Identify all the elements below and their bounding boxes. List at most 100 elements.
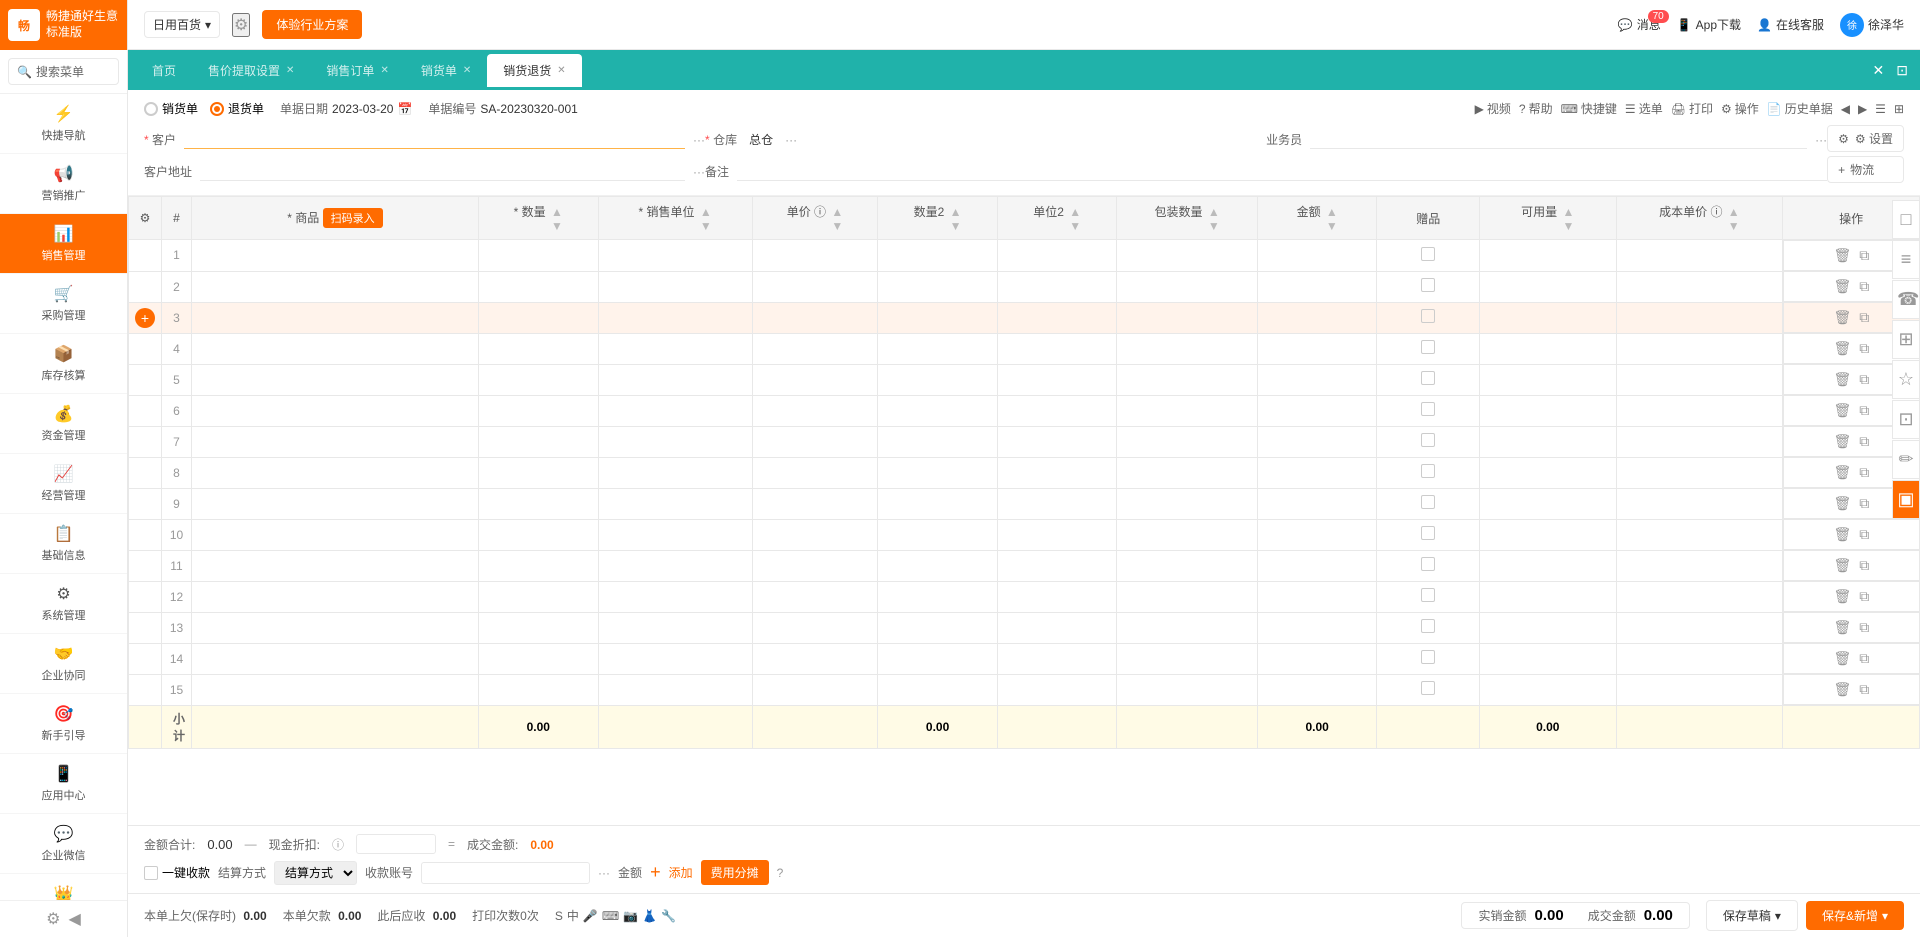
cell-unit-3[interactable] xyxy=(598,302,752,333)
search-menu-button[interactable]: 🔍 搜索菜单 xyxy=(8,58,119,85)
tab-sale-order-close[interactable]: ✕ xyxy=(380,65,388,76)
cell-unit-1[interactable] xyxy=(598,240,752,272)
add-row-btn[interactable]: + xyxy=(135,308,155,328)
cash-discount-input[interactable] xyxy=(356,834,436,854)
sidebar-item-marketing[interactable]: 📢 营销推广 xyxy=(0,154,127,214)
copy-row-4[interactable]: ⧉ xyxy=(1857,338,1871,359)
cell-qty2-1[interactable] xyxy=(878,240,998,272)
delete-row-15[interactable]: 🗑 xyxy=(1831,679,1853,700)
right-panel-btn-2[interactable]: ≡ xyxy=(1892,240,1920,279)
cell-price-1[interactable] xyxy=(752,240,878,272)
warehouse-select-btn[interactable]: ··· xyxy=(785,133,797,147)
category-selector[interactable]: 日用百货 ▾ xyxy=(144,11,220,38)
copy-row-11[interactable]: ⧉ xyxy=(1857,555,1871,576)
save-new-btn[interactable]: 保存&新增 ▾ xyxy=(1806,901,1904,930)
cell-qty-1[interactable] xyxy=(478,240,598,272)
action-select[interactable]: ☰ 选单 xyxy=(1625,100,1663,117)
tool1-icon[interactable]: 中 xyxy=(567,907,579,924)
close-tab-btn[interactable]: ✕ xyxy=(1869,60,1889,81)
gift-checkbox-2[interactable] xyxy=(1421,278,1435,292)
delete-row-13[interactable]: 🗑 xyxy=(1831,617,1853,638)
product-input-1[interactable] xyxy=(198,248,472,262)
sidebar-item-member[interactable]: 👑 畅会员 xyxy=(0,874,127,900)
delete-row-3[interactable]: 🗑 xyxy=(1831,307,1853,328)
action-history[interactable]: 📄 历史单据 xyxy=(1767,100,1833,117)
fee-split-help-icon[interactable]: ? xyxy=(777,866,784,880)
delete-row-11[interactable]: 🗑 xyxy=(1831,555,1853,576)
history-nav-next[interactable]: ▶ xyxy=(1858,102,1867,116)
view-mode-list[interactable]: ☰ xyxy=(1875,102,1886,116)
sidebar-item-enterprise[interactable]: 🤝 企业协同 xyxy=(0,634,127,694)
delete-row-1[interactable]: 🗑 xyxy=(1831,245,1853,266)
cell-cost-3[interactable] xyxy=(1616,302,1783,333)
product-input-3[interactable] xyxy=(198,311,472,325)
tab-sale-goods[interactable]: 销货单 ✕ xyxy=(405,54,487,87)
copy-row-15[interactable]: ⧉ xyxy=(1857,679,1871,700)
delete-row-14[interactable]: 🗑 xyxy=(1831,648,1853,669)
cell-available-1[interactable] xyxy=(1479,240,1616,272)
copy-row-2[interactable]: ⧉ xyxy=(1857,276,1871,297)
cell-pack-3[interactable] xyxy=(1117,302,1257,333)
note-input[interactable] xyxy=(737,162,1827,181)
cell-gift-2[interactable] xyxy=(1377,271,1479,302)
radio-sale-goods[interactable]: 销货单 xyxy=(144,100,198,117)
tab-home[interactable]: 首页 xyxy=(136,54,192,87)
experience-btn[interactable]: 体验行业方案 xyxy=(262,10,362,39)
cell-cost-1[interactable] xyxy=(1616,240,1783,272)
logistics-btn[interactable]: + 物流 xyxy=(1827,156,1904,183)
calendar-icon[interactable]: 📅 xyxy=(397,102,412,116)
cell-unit2-3[interactable] xyxy=(997,302,1117,333)
tool3-icon[interactable]: ⌨ xyxy=(602,909,619,923)
address-input[interactable] xyxy=(200,162,685,181)
cell-pack-1[interactable] xyxy=(1117,240,1257,272)
cell-available-3[interactable] xyxy=(1479,302,1616,333)
cell-product-2[interactable] xyxy=(192,271,479,302)
right-panel-btn-4[interactable]: ⊞ xyxy=(1892,320,1920,359)
one-click-pay-checkbox[interactable]: 一键收款 xyxy=(144,864,210,881)
sidebar-settings-btn[interactable]: ⚙ xyxy=(46,909,60,929)
cell-cost-2[interactable] xyxy=(1616,271,1783,302)
cell-qty2-3[interactable] xyxy=(878,302,998,333)
right-panel-btn-1[interactable]: □ xyxy=(1892,200,1920,239)
settings-btn[interactable]: ⚙ ⚙ 设置 xyxy=(1827,125,1904,152)
right-panel-btn-3[interactable]: ☎ xyxy=(1892,280,1920,319)
cell-amount-3[interactable] xyxy=(1257,302,1377,333)
cell-qty-2[interactable] xyxy=(478,271,598,302)
delete-row-2[interactable]: 🗑 xyxy=(1831,276,1853,297)
cell-available-2[interactable] xyxy=(1479,271,1616,302)
sidebar-collapse-btn[interactable]: ◀ xyxy=(69,909,81,929)
tab-sale-order[interactable]: 销售订单 ✕ xyxy=(310,54,404,87)
cell-gift-3[interactable] xyxy=(1377,302,1479,333)
sidebar-item-sales[interactable]: 📊 销售管理 xyxy=(0,214,127,274)
message-btn[interactable]: 💬 消息 70 xyxy=(1618,16,1661,33)
action-print[interactable]: 🖨 打印 xyxy=(1671,100,1713,117)
col-settings-header[interactable]: ⚙ xyxy=(129,197,162,240)
tool5-icon[interactable]: 👗 xyxy=(642,909,657,923)
copy-row-9[interactable]: ⧉ xyxy=(1857,493,1871,514)
copy-row-12[interactable]: ⧉ xyxy=(1857,586,1871,607)
cell-price-2[interactable] xyxy=(752,271,878,302)
topbar-settings-btn[interactable]: ⚙ xyxy=(232,13,250,37)
sidebar-item-inventory[interactable]: 📦 库存核算 xyxy=(0,334,127,394)
delete-row-12[interactable]: 🗑 xyxy=(1831,586,1853,607)
online-service-btn[interactable]: 👤 在线客服 xyxy=(1757,16,1824,33)
cell-unit-2[interactable] xyxy=(598,271,752,302)
delete-row-8[interactable]: 🗑 xyxy=(1831,462,1853,483)
fee-split-btn[interactable]: 费用分摊 xyxy=(701,860,769,885)
tab-sale-goods-close[interactable]: ✕ xyxy=(463,65,471,76)
cell-amount-1[interactable] xyxy=(1257,240,1377,272)
discount-help-icon[interactable]: ⓘ xyxy=(332,836,344,853)
settlement-method-select[interactable]: 结算方式 xyxy=(274,861,357,885)
add-row-cell[interactable]: + xyxy=(129,302,162,333)
delete-row-4[interactable]: 🗑 xyxy=(1831,338,1853,359)
salesperson-select-btn[interactable]: ··· xyxy=(1815,133,1827,147)
cell-pack-2[interactable] xyxy=(1117,271,1257,302)
cell-product-3[interactable] xyxy=(192,302,479,333)
copy-row-7[interactable]: ⧉ xyxy=(1857,431,1871,452)
copy-row-5[interactable]: ⧉ xyxy=(1857,369,1871,390)
delete-row-5[interactable]: 🗑 xyxy=(1831,369,1853,390)
action-video[interactable]: ▶ 视频 xyxy=(1475,100,1511,117)
cell-price-3[interactable] xyxy=(752,302,878,333)
delete-row-9[interactable]: 🗑 xyxy=(1831,493,1853,514)
delete-row-7[interactable]: 🗑 xyxy=(1831,431,1853,452)
